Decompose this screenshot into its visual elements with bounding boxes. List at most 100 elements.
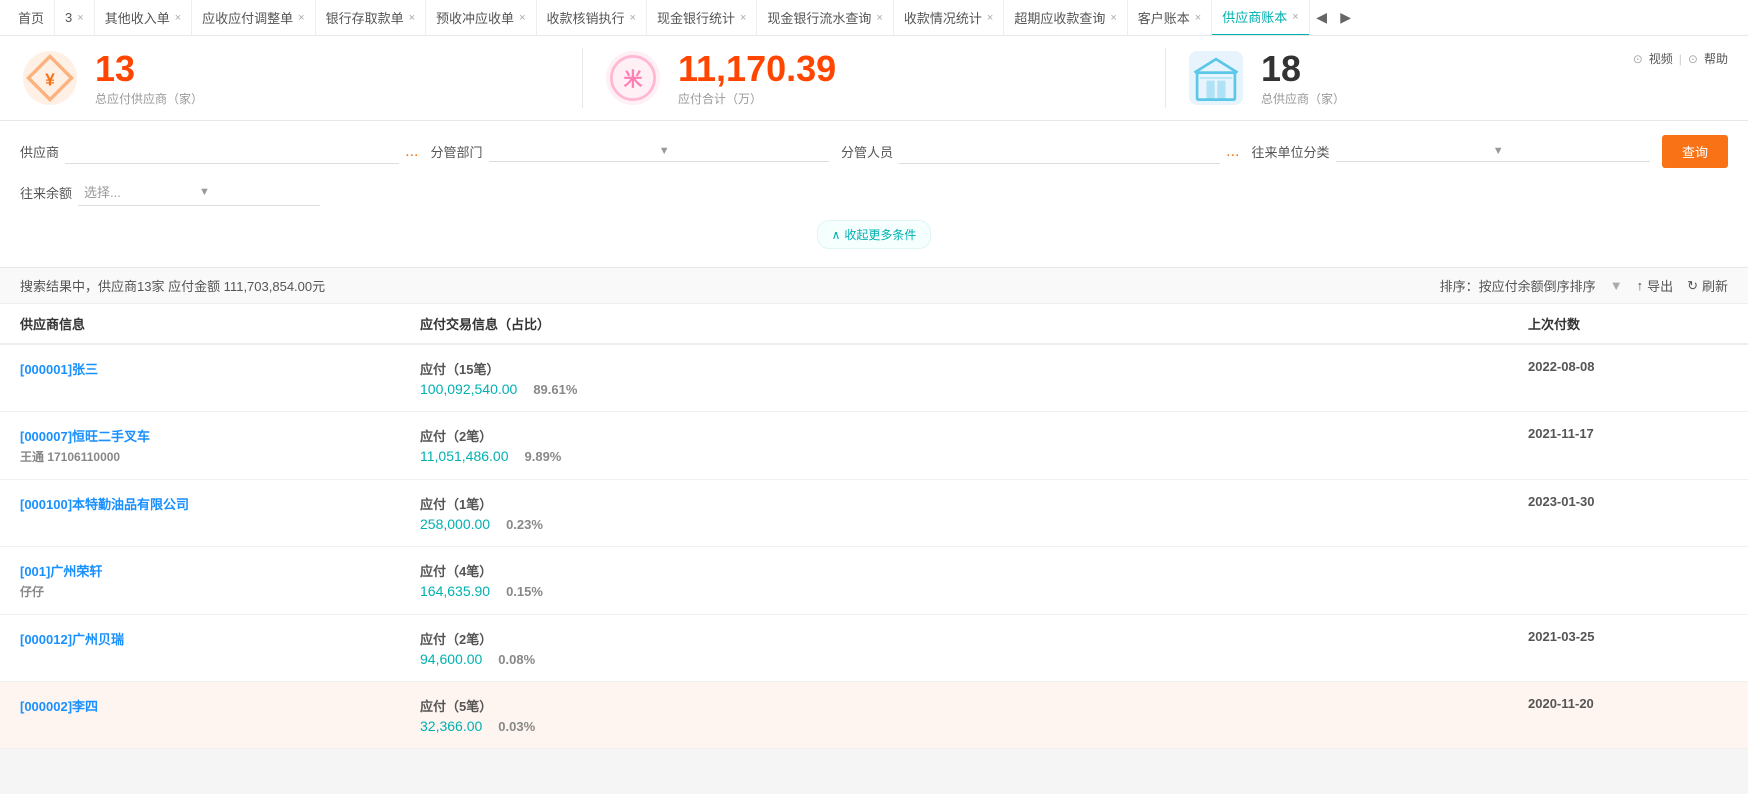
trans-label: 应付（15笔） <box>420 359 1528 378</box>
supplier-cell: [001]广州荣轩 仔仔 <box>20 561 420 600</box>
col-header-supplier: 供应商信息 <box>20 314 420 333</box>
stats-row: ¥ 13 总应付供应商（家） 米 11,170.39 应付合计（万） <box>0 36 1748 121</box>
nav-tab-3-close[interactable]: × <box>77 12 83 24</box>
trans-amount[interactable]: 11,051,486.00 <box>420 448 509 464</box>
last-pay-date: 2020-11-20 <box>1528 696 1594 711</box>
supplier-filter-input[interactable] <box>65 140 399 164</box>
nav-tab-collect-exec-label: 收款核销执行 <box>547 8 625 27</box>
trans-row: 11,051,486.00 9.89% <box>420 445 1528 464</box>
last-pay-cell: 2020-11-20 <box>1528 696 1728 711</box>
table-row: [000001]张三 应付（15笔） 100,092,540.00 89.61%… <box>0 345 1748 412</box>
nav-tab-adjustment-close[interactable]: × <box>298 12 304 24</box>
nav-tab-bank-deposit[interactable]: 银行存取款单 × <box>316 0 426 36</box>
last-pay-date: 2023-01-30 <box>1528 494 1595 509</box>
nav-tab-cash-bank-stats[interactable]: 现金银行统计 × <box>647 0 757 36</box>
nav-tab-collect-stats-close[interactable]: × <box>987 12 993 24</box>
nav-tab-cash-bank-stats-label: 现金银行统计 <box>657 8 735 27</box>
trans-amount[interactable]: 32,366.00 <box>420 718 482 734</box>
help-link[interactable]: 帮助 <box>1704 50 1728 67</box>
supplier-link[interactable]: [000100]本特勤油品有限公司 <box>20 497 189 512</box>
stat-payable-suppliers: ¥ 13 总应付供应商（家） <box>20 48 562 108</box>
trans-percent: 0.08% <box>498 652 535 667</box>
category-filter-select[interactable]: ▼ <box>1336 141 1650 162</box>
nav-tab-bank-deposit-label: 银行存取款单 <box>326 8 404 27</box>
nav-tab-supplier-ledger-label: 供应商账本 <box>1222 7 1287 26</box>
nav-prev-arrow[interactable]: ◀ <box>1310 0 1334 36</box>
stat-payable-suppliers-label: 总应付供应商（家） <box>95 90 203 107</box>
nav-tab-cash-flow-close[interactable]: × <box>876 12 882 24</box>
nav-tab-cash-bank-stats-close[interactable]: × <box>740 12 746 24</box>
nav-tab-other-income-close[interactable]: × <box>175 12 181 24</box>
collapse-filter-button[interactable]: ∧ 收起更多条件 <box>817 220 932 249</box>
last-pay-cell: 2021-11-17 <box>1528 426 1728 441</box>
results-summary: 搜索结果中，供应商13家 应付金额 111,703,854.00元 <box>20 276 325 295</box>
nav-tab-home-label: 首页 <box>18 8 44 27</box>
person-filter-input[interactable] <box>899 140 1220 164</box>
dept-filter-select[interactable]: ▼ <box>489 141 829 162</box>
trans-amount[interactable]: 94,600.00 <box>420 651 482 667</box>
nav-tab-supplier-ledger-close[interactable]: × <box>1292 11 1298 23</box>
right-actions: 排序：按应付余额倒序排序 ▼ ↑ 导出 ↻ 刷新 <box>1440 276 1728 295</box>
stat-payable-total: 米 11,170.39 应付合计（万） <box>603 48 1145 108</box>
supplier-filter-dots[interactable]: ... <box>405 143 418 161</box>
nav-tab-other-income[interactable]: 其他收入单 × <box>95 0 192 36</box>
nav-tab-cash-flow[interactable]: 现金银行流水查询 × <box>757 0 893 36</box>
supplier-link[interactable]: [000012]广州贝瑞 <box>20 632 124 647</box>
nav-tab-collect-exec[interactable]: 收款核销执行 × <box>537 0 647 36</box>
balance-filter-select[interactable]: 选择... ▼ <box>78 178 320 206</box>
dept-filter-label: 分管部门 <box>431 142 483 161</box>
supplier-filter-label: 供应商 <box>20 142 59 161</box>
trans-amount[interactable]: 164,635.90 <box>420 583 490 599</box>
search-button[interactable]: 查询 <box>1662 135 1728 168</box>
nav-tab-3[interactable]: 3 × <box>55 0 95 36</box>
supplier-link[interactable]: [000002]李四 <box>20 699 98 714</box>
trans-percent: 0.23% <box>506 517 543 532</box>
nav-tab-adjustment-label: 应收应付调整单 <box>202 8 293 27</box>
transaction-cell: 应付（1笔） 258,000.00 0.23% <box>420 494 1528 532</box>
collapse-chevron-icon: ∧ <box>832 228 841 242</box>
person-filter-dots[interactable]: ... <box>1226 143 1239 161</box>
nav-tab-advance-receive[interactable]: 预收冲应收单 × <box>426 0 536 36</box>
sort-select[interactable]: 排序：按应付余额倒序排序 <box>1440 276 1596 295</box>
supplier-cell: [000100]本特勤油品有限公司 <box>20 494 420 513</box>
nav-tab-adjustment[interactable]: 应收应付调整单 × <box>192 0 315 36</box>
nav-tab-overdue[interactable]: 超期应收款查询 × <box>1004 0 1127 36</box>
stat-payable-suppliers-number: 13 <box>95 49 203 89</box>
refresh-button[interactable]: ↻ 刷新 <box>1687 276 1728 295</box>
nav-tab-collect-stats[interactable]: 收款情况统计 × <box>894 0 1004 36</box>
stat-divider-1 <box>582 48 583 108</box>
svg-text:¥: ¥ <box>45 69 55 89</box>
trans-label: 应付（1笔） <box>420 494 1528 513</box>
last-pay-cell: 2023-01-30 <box>1528 494 1728 509</box>
trans-row: 258,000.00 0.23% <box>420 513 1528 532</box>
supplier-link[interactable]: [000007]恒旺二手叉车 <box>20 429 150 444</box>
trans-amount[interactable]: 258,000.00 <box>420 516 490 532</box>
trans-row: 94,600.00 0.08% <box>420 648 1528 667</box>
top-navigation: 首页 3 × 其他收入单 × 应收应付调整单 × 银行存取款单 × 预收冲应收单… <box>0 0 1748 36</box>
supplier-sub: 仔仔 <box>20 583 420 600</box>
nav-tab-customer-ledger[interactable]: 客户账本 × <box>1128 0 1212 36</box>
export-button[interactable]: ↑ 导出 <box>1637 276 1674 295</box>
nav-tab-customer-ledger-close[interactable]: × <box>1195 12 1201 24</box>
collapse-filter-label: 收起更多条件 <box>844 226 916 243</box>
video-link[interactable]: 视频 <box>1649 50 1673 67</box>
table-body: [000001]张三 应付（15笔） 100,092,540.00 89.61%… <box>0 345 1748 749</box>
stat-divider-2 <box>1165 48 1166 108</box>
trans-row: 32,366.00 0.03% <box>420 715 1528 734</box>
nav-tab-home[interactable]: 首页 <box>8 0 55 36</box>
refresh-label: 刷新 <box>1702 276 1728 295</box>
sort-dropdown-icon[interactable]: ▼ <box>1610 278 1623 293</box>
nav-tab-3-label: 3 <box>65 10 72 25</box>
supplier-link[interactable]: [000001]张三 <box>20 362 98 377</box>
nav-tab-advance-receive-close[interactable]: × <box>519 12 525 24</box>
nav-tab-bank-deposit-close[interactable]: × <box>409 12 415 24</box>
nav-next-arrow[interactable]: ▶ <box>1334 0 1358 36</box>
balance-filter-label: 往来余额 <box>20 183 72 202</box>
transaction-cell: 应付（2笔） 94,600.00 0.08% <box>420 629 1528 667</box>
trans-amount[interactable]: 100,092,540.00 <box>420 381 517 397</box>
filter-person: 分管人员 ... <box>841 140 1240 164</box>
nav-tab-overdue-close[interactable]: × <box>1110 12 1116 24</box>
nav-tab-collect-exec-close[interactable]: × <box>630 12 636 24</box>
supplier-link[interactable]: [001]广州荣轩 <box>20 564 102 579</box>
nav-tab-supplier-ledger[interactable]: 供应商账本 × <box>1212 0 1309 36</box>
